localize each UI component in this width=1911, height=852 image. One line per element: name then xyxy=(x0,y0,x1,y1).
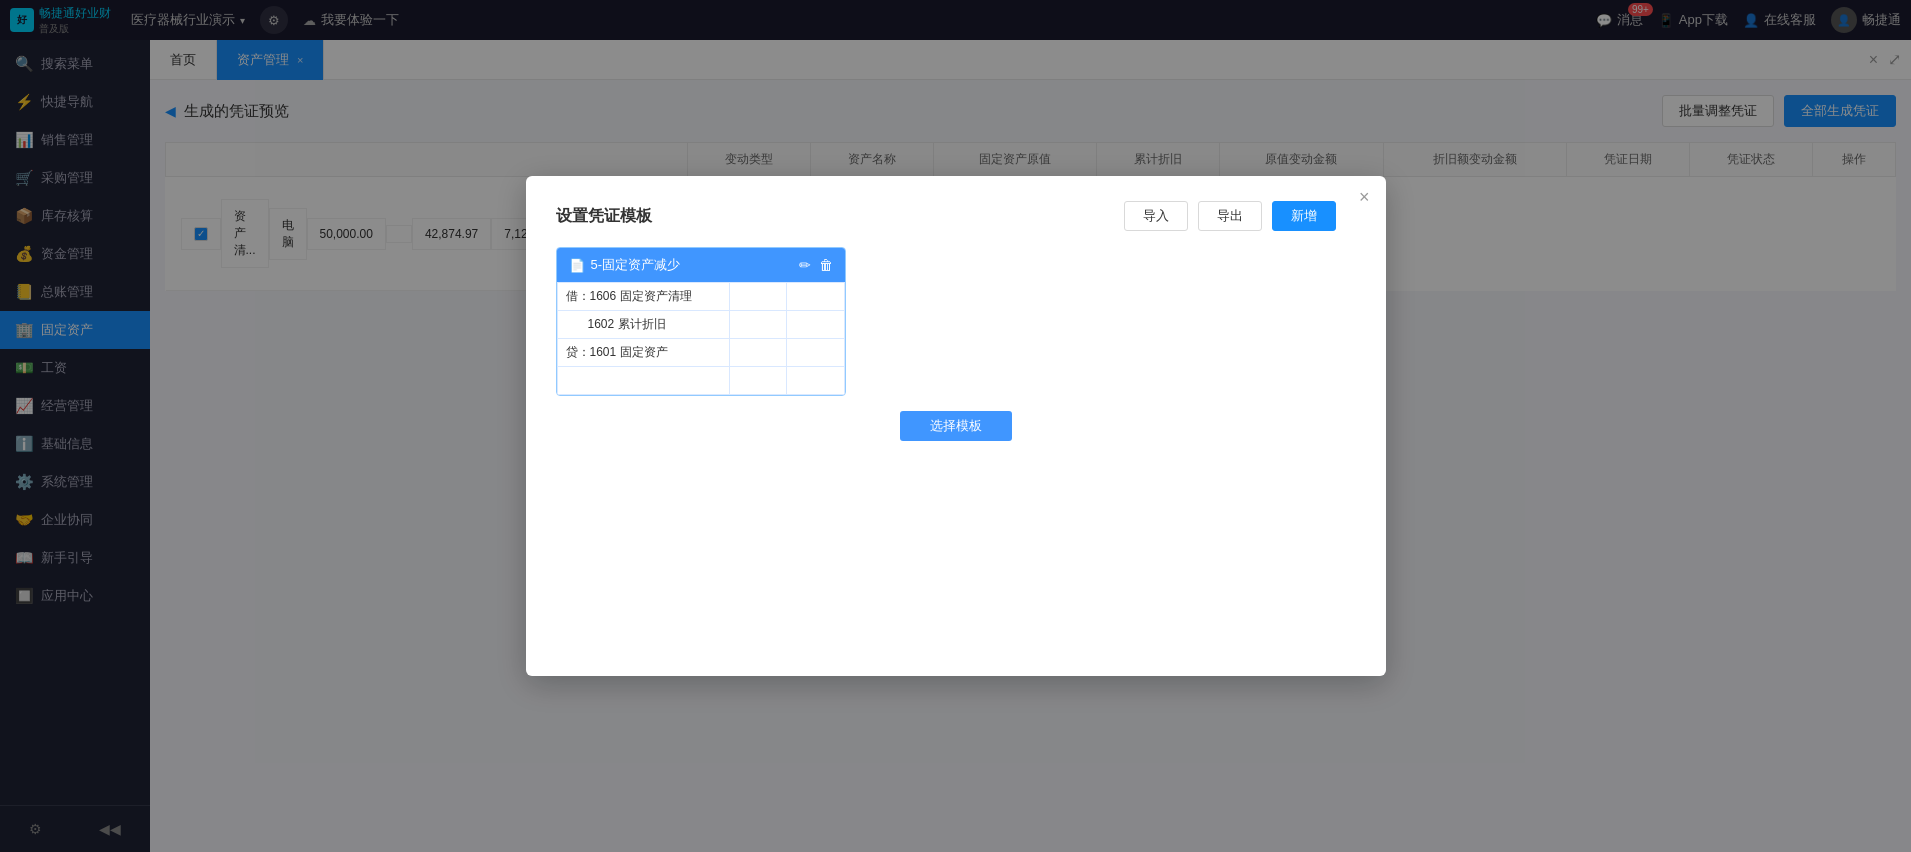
template-credit-amount-2 xyxy=(787,311,844,339)
template-entries-table: 借：1606 固定资产清理 1602 累计折旧 贷：1601 固定资产 xyxy=(557,282,845,395)
template-card-header: 📄 5-固定资产减少 ✏ 🗑 xyxy=(557,248,845,282)
template-card-title: 📄 5-固定资产减少 xyxy=(569,256,681,274)
template-card: 📄 5-固定资产减少 ✏ 🗑 借：1606 固定资产清理 1602 累 xyxy=(556,247,846,396)
template-name: 5-固定资产减少 xyxy=(591,256,681,274)
template-edit-icon[interactable]: ✏ xyxy=(799,257,811,273)
modal-close-btn[interactable]: × xyxy=(1359,188,1370,206)
template-empty-cell-3 xyxy=(787,367,844,395)
template-delete-icon[interactable]: 🗑 xyxy=(819,257,833,273)
template-credit-amount-b xyxy=(787,339,844,367)
template-card-actions: ✏ 🗑 xyxy=(799,257,833,273)
template-doc-icon: 📄 xyxy=(569,258,585,273)
template-empty-cell-1 xyxy=(557,367,729,395)
template-credit-amount-1 xyxy=(787,283,844,311)
new-btn[interactable]: 新增 xyxy=(1272,201,1336,231)
template-credit-amount-a xyxy=(729,339,786,367)
template-credit-row-1: 贷：1601 固定资产 xyxy=(557,339,844,367)
modal-toolbar: 导入 导出 新增 xyxy=(1124,201,1336,231)
export-btn[interactable]: 导出 xyxy=(1198,201,1262,231)
template-debit-amount-1 xyxy=(729,283,786,311)
template-empty-row xyxy=(557,367,844,395)
modal-overlay: 设置凭证模板 × 导入 导出 新增 📄 5-固定资产减少 ✏ 🗑 xyxy=(0,0,1911,852)
import-btn[interactable]: 导入 xyxy=(1124,201,1188,231)
template-debit-row-2: 1602 累计折旧 xyxy=(557,311,844,339)
template-debit-label-1: 借：1606 固定资产清理 xyxy=(557,283,729,311)
modal-set-voucher-template: 设置凭证模板 × 导入 导出 新增 📄 5-固定资产减少 ✏ 🗑 xyxy=(526,176,1386,676)
template-debit-amount-2 xyxy=(729,311,786,339)
select-template-container: 选择模板 xyxy=(556,411,1356,441)
template-debit-row-1: 借：1606 固定资产清理 xyxy=(557,283,844,311)
template-debit-label-2: 1602 累计折旧 xyxy=(557,311,729,339)
template-credit-label-1: 贷：1601 固定资产 xyxy=(557,339,729,367)
select-template-btn[interactable]: 选择模板 xyxy=(900,411,1012,441)
template-empty-cell-2 xyxy=(729,367,786,395)
